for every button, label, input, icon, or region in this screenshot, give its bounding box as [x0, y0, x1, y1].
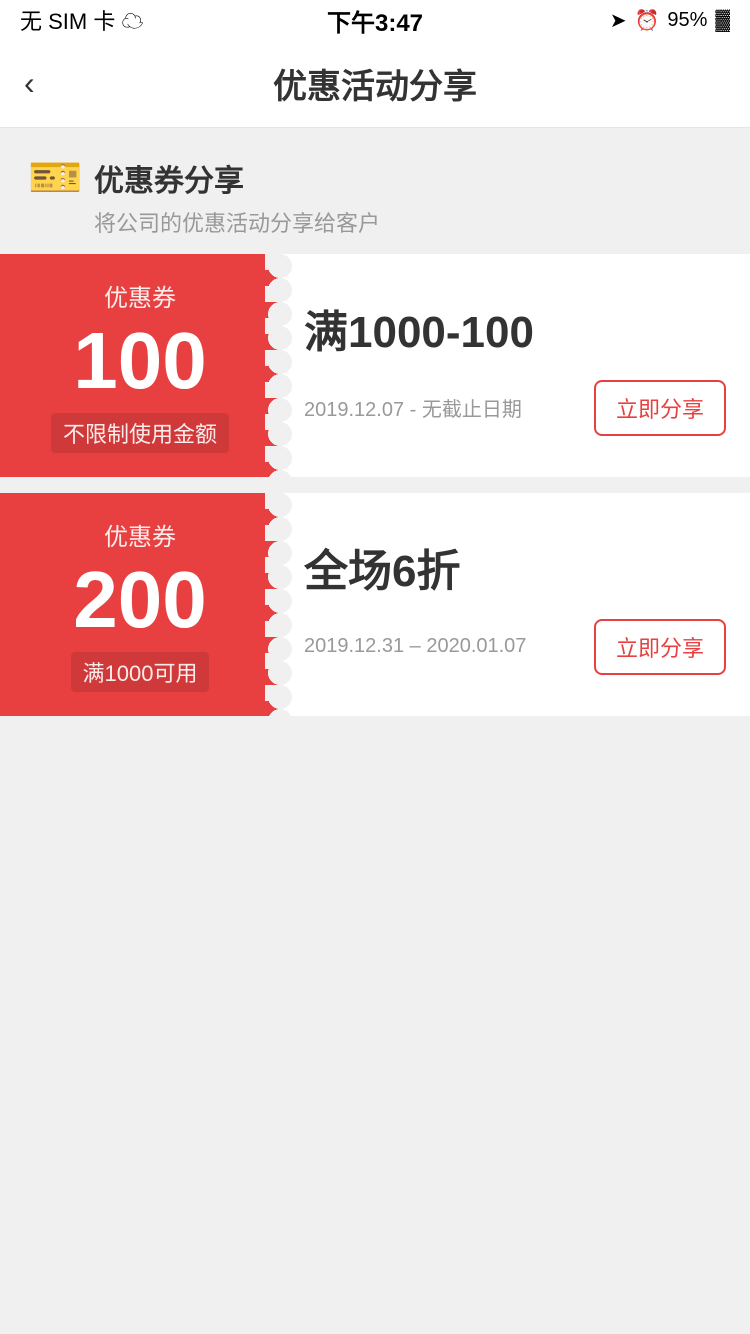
- empty-area: [0, 752, 750, 1252]
- section-title: 优惠券分享: [94, 156, 380, 200]
- status-left: 无 SIM 卡 ☁: [20, 4, 143, 36]
- coupon-date-0: 2019.12.07 - 无截止日期: [304, 393, 522, 422]
- nav-bar: ‹ 优惠活动分享: [0, 40, 750, 128]
- coupon-footer-0: 2019.12.07 - 无截止日期 立即分享: [304, 380, 726, 436]
- coupon-type-label-0: 优惠券: [104, 278, 176, 313]
- coupon-right-1: 全场6折 2019.12.31 – 2020.01.07 立即分享: [280, 493, 750, 716]
- scallop-0: [268, 254, 292, 477]
- status-time: 下午3:47: [327, 3, 423, 38]
- battery-icon: ▓: [715, 9, 730, 32]
- location-icon: ➤: [610, 8, 627, 33]
- status-right: ➤ ⏰ 95% ▓: [610, 8, 730, 33]
- coupon-list: 优惠券 100 不限制使用金额 满1000-100 2019.12.07 - 无…: [0, 254, 750, 752]
- coupon-condition-left-0: 不限制使用金额: [51, 413, 229, 453]
- section-subtitle: 将公司的优惠活动分享给客户: [94, 206, 380, 238]
- battery-label: 95%: [667, 9, 707, 32]
- coupon-date-1: 2019.12.31 – 2020.01.07: [304, 635, 526, 658]
- coupon-name-0: 满1000-100: [304, 296, 726, 360]
- share-button-1[interactable]: 立即分享: [594, 619, 726, 675]
- coupon-type-label-1: 优惠券: [104, 517, 176, 552]
- share-button-0[interactable]: 立即分享: [594, 380, 726, 436]
- section-title-block: 优惠券分享 将公司的优惠活动分享给客户: [94, 156, 380, 238]
- coupon-left-0: 优惠券 100 不限制使用金额: [0, 254, 280, 477]
- coupon-name-1: 全场6折: [304, 535, 726, 599]
- coupon-footer-1: 2019.12.31 – 2020.01.07 立即分享: [304, 619, 726, 675]
- back-button[interactable]: ‹: [24, 65, 35, 102]
- status-bar: 无 SIM 卡 ☁ 下午3:47 ➤ ⏰ 95% ▓: [0, 0, 750, 40]
- scallop-1: [268, 493, 292, 716]
- coupon-value-1: 200: [73, 560, 206, 640]
- alarm-icon: ⏰: [634, 8, 659, 33]
- page-title: 优惠活动分享: [273, 59, 477, 108]
- coupon-value-0: 100: [73, 321, 206, 401]
- no-sim-label: 无 SIM 卡 ☁: [20, 4, 143, 36]
- coupon-right-0: 满1000-100 2019.12.07 - 无截止日期 立即分享: [280, 254, 750, 477]
- coupon-section-icon: 🎫: [28, 156, 80, 208]
- coupon-left-1: 优惠券 200 满1000可用: [0, 493, 280, 716]
- coupon-card-1: 优惠券 200 满1000可用 全场6折 2019.12.31 – 2020.0…: [0, 493, 750, 716]
- coupon-card-0: 优惠券 100 不限制使用金额 满1000-100 2019.12.07 - 无…: [0, 254, 750, 477]
- section-header: 🎫 优惠券分享 将公司的优惠活动分享给客户: [0, 128, 750, 254]
- coupon-condition-left-1: 满1000可用: [71, 652, 210, 692]
